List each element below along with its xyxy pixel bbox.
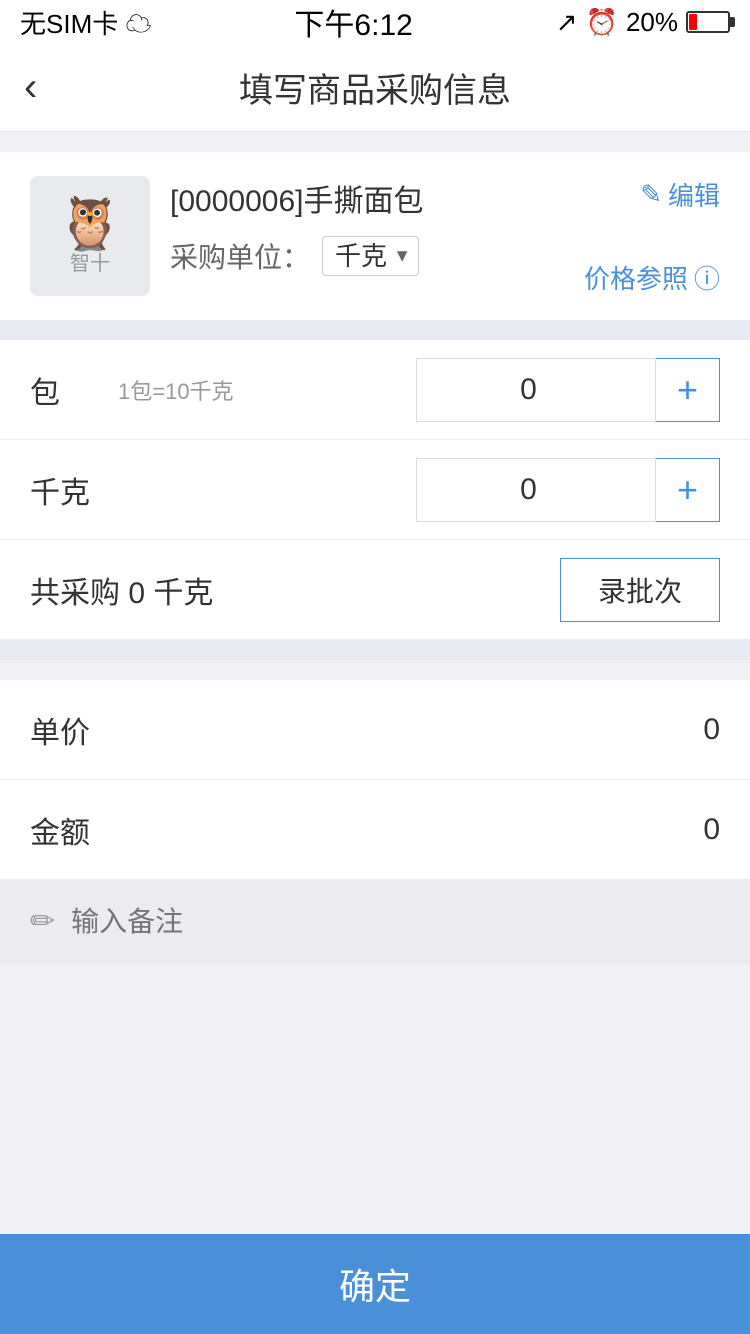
- product-logo: 🦉 智十: [58, 198, 123, 274]
- alarm-icon: ⏰: [586, 7, 618, 38]
- edit-icon: ✎: [640, 179, 662, 210]
- unit-price-value: 0: [703, 713, 720, 747]
- battery-percent: 20%: [626, 7, 678, 38]
- status-bar: 无SIM卡 ☁ 下午6:12 ↗ ⏰ 20%: [0, 0, 750, 44]
- battery-icon: [686, 11, 730, 33]
- record-batch-button[interactable]: 录批次: [560, 558, 720, 622]
- owl-emoji: 🦉: [58, 198, 123, 250]
- bag-quantity-input[interactable]: [416, 358, 656, 422]
- content-background: [0, 963, 750, 1263]
- edit-label: 编辑: [668, 176, 720, 213]
- unit-price-row: 单价 0: [0, 680, 750, 780]
- kg-label: 千克: [30, 468, 110, 512]
- bag-sublabel: 1包=10千克: [118, 374, 234, 406]
- amount-row: 金额 0: [0, 780, 750, 880]
- amount-label: 金额: [30, 808, 90, 852]
- product-card: 🦉 智十 [0000006]手撕面包 采购单位： 千克 ✎ 编辑 价格参照 ⓘ: [0, 152, 750, 320]
- kg-input-right: +: [416, 458, 720, 522]
- status-left: 无SIM卡 ☁: [20, 4, 151, 41]
- section-divider-1: [0, 320, 750, 340]
- amount-value: 0: [703, 813, 720, 847]
- price-section: 单价 0 金额 0: [0, 680, 750, 880]
- info-icon: ⓘ: [694, 259, 720, 296]
- price-ref-label: 价格参照: [584, 259, 688, 296]
- bag-label: 包: [30, 368, 110, 412]
- product-name: [0000006]手撕面包: [170, 176, 720, 220]
- status-time: 下午6:12: [294, 0, 412, 44]
- pencil-icon: ✏: [30, 904, 55, 939]
- bag-input-row: 包 1包=10千克 +: [0, 340, 750, 440]
- status-right: ↗ ⏰ 20%: [556, 7, 730, 38]
- unit-select[interactable]: 千克: [322, 236, 419, 276]
- summary-text: 共采购 0 千克: [30, 568, 213, 612]
- unit-price-label: 单价: [30, 708, 90, 752]
- sim-status: 无SIM卡 ☁: [20, 4, 151, 41]
- bag-plus-button[interactable]: +: [656, 358, 720, 422]
- product-thumbnail: 🦉 智十: [30, 176, 150, 296]
- page-header: ‹ 填写商品采购信息: [0, 44, 750, 132]
- kg-quantity-input[interactable]: [416, 458, 656, 522]
- kg-plus-button[interactable]: +: [656, 458, 720, 522]
- kg-input-row: 千克 +: [0, 440, 750, 540]
- confirm-label: 确定: [339, 1258, 411, 1310]
- summary-row: 共采购 0 千克 录批次: [0, 540, 750, 640]
- unit-label: 采购单位：: [170, 236, 310, 276]
- record-batch-label: 录批次: [598, 570, 682, 610]
- location-icon: ↗: [556, 7, 578, 38]
- bag-input-right: +: [416, 358, 720, 422]
- input-section: 包 1包=10千克 + 千克 + 共采购 0 千克 录批次: [0, 340, 750, 640]
- section-divider-2: [0, 640, 750, 660]
- back-button[interactable]: ‹: [24, 65, 37, 110]
- notes-section[interactable]: ✏: [0, 880, 750, 963]
- brand-text: 智十: [70, 254, 110, 274]
- price-ref-button[interactable]: 价格参照 ⓘ: [584, 259, 720, 296]
- edit-button[interactable]: ✎ 编辑: [640, 176, 720, 213]
- page-title: 填写商品采购信息: [239, 63, 511, 112]
- confirm-button[interactable]: 确定: [0, 1234, 750, 1334]
- unit-select-wrap[interactable]: 千克: [322, 236, 419, 276]
- notes-input[interactable]: [71, 906, 720, 938]
